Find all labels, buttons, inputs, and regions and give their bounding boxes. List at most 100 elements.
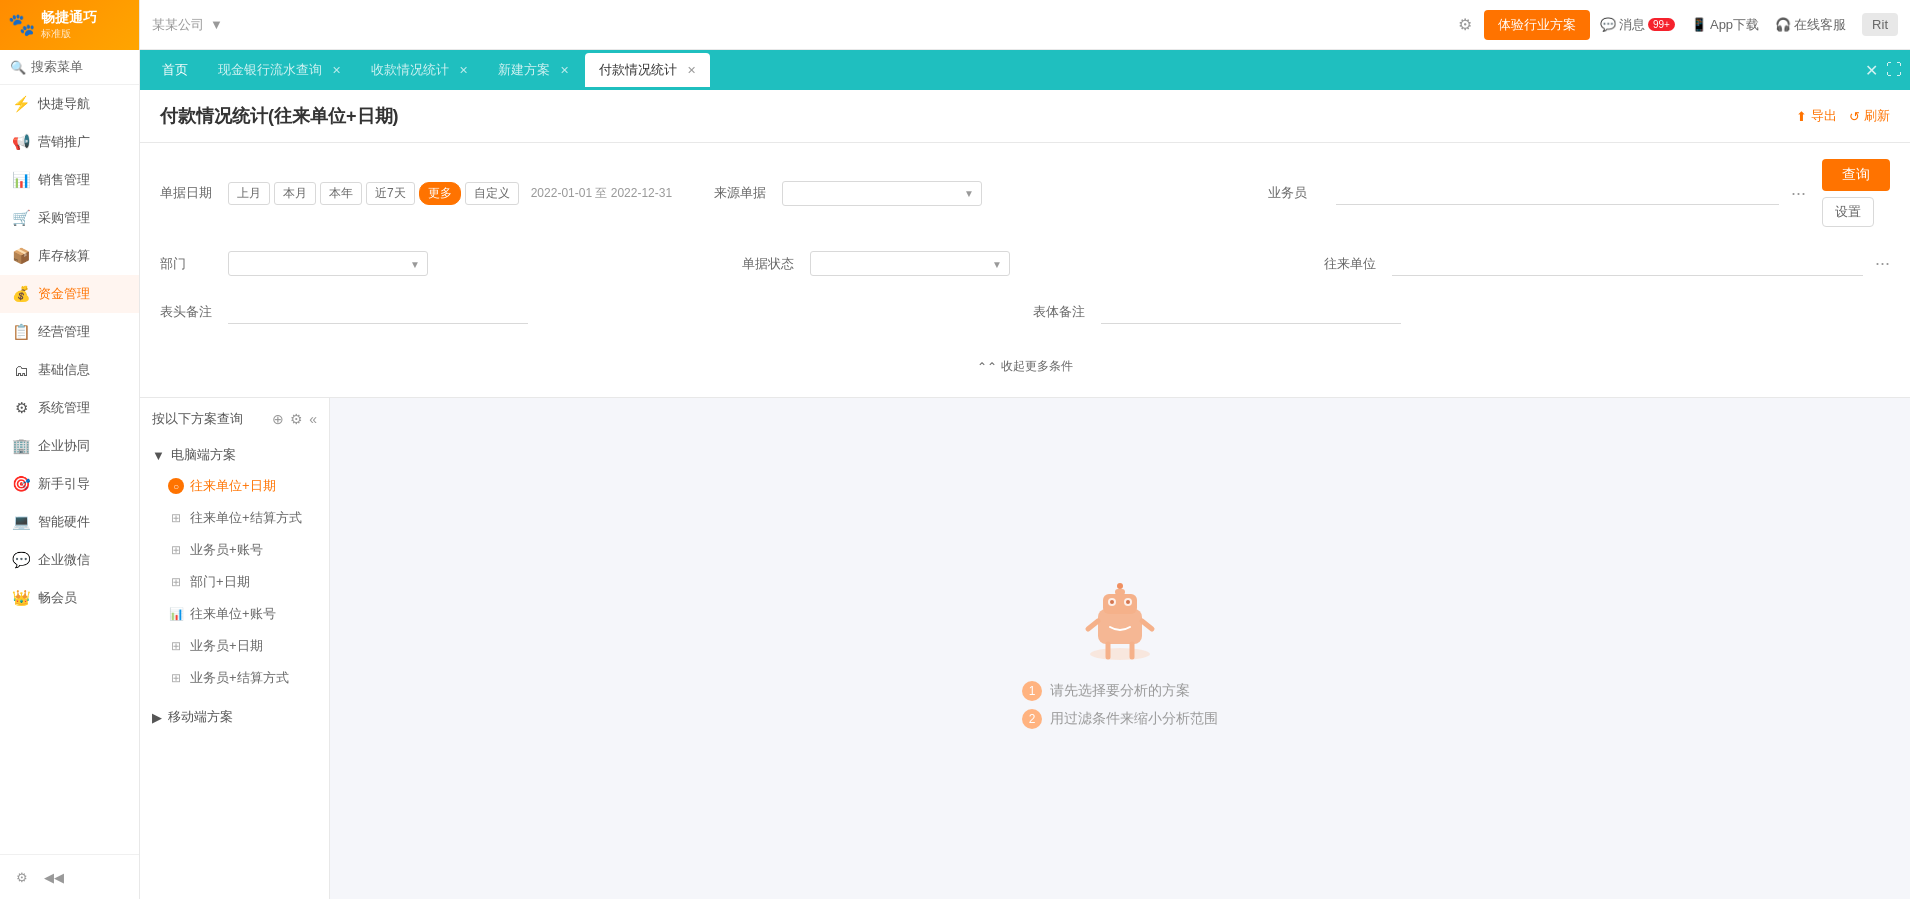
guide-icon: 🎯 bbox=[12, 475, 30, 493]
scheme-item-salesman-account[interactable]: ⊞ 业务员+账号 bbox=[140, 534, 329, 566]
user-avatar[interactable]: Rit bbox=[1862, 13, 1898, 36]
tab-new-scheme-close[interactable]: ✕ bbox=[560, 64, 569, 77]
search-menu[interactable]: 🔍 搜索菜单 bbox=[0, 50, 139, 85]
sidebar-item-guide[interactable]: 🎯 新手引导 bbox=[0, 465, 139, 503]
tab-maximize-icon[interactable]: ⛶ bbox=[1886, 61, 1902, 79]
export-button[interactable]: ⬆ 导出 bbox=[1796, 107, 1837, 125]
sidebar-item-label: 库存核算 bbox=[38, 247, 90, 265]
scheme-group-mobile-title[interactable]: ▶ 移动端方案 bbox=[140, 702, 329, 732]
date-btn-more[interactable]: 更多 bbox=[419, 182, 461, 205]
scheme-collapse-icon[interactable]: « bbox=[309, 411, 317, 427]
sidebar-item-label: 采购管理 bbox=[38, 209, 90, 227]
member-icon: 👑 bbox=[12, 589, 30, 607]
scheme-item-label: 业务员+账号 bbox=[190, 541, 263, 559]
tab-receipt-stats[interactable]: 收款情况统计 ✕ bbox=[357, 53, 482, 87]
dept-select[interactable] bbox=[228, 251, 428, 276]
body-area: 按以下方案查询 ⊕ ⚙ « ▼ 电脑端方案 ○ 往来单位+日期 bbox=[140, 398, 1910, 899]
source-select[interactable] bbox=[782, 181, 982, 206]
chevron-down-icon[interactable]: ▼ bbox=[210, 17, 223, 32]
sidebar-header: 🐾 畅捷通巧 标准版 bbox=[0, 0, 139, 50]
tab-home[interactable]: 首页 bbox=[148, 53, 202, 87]
messages-button[interactable]: 💬 消息 99+ bbox=[1600, 16, 1675, 34]
tab-payment-stats-close[interactable]: ✕ bbox=[687, 64, 696, 77]
tab-bank[interactable]: 现金银行流水查询 ✕ bbox=[204, 53, 355, 87]
query-btn-area: 查询 设置 bbox=[1822, 159, 1890, 227]
app-download-button[interactable]: 📱 App下载 bbox=[1691, 16, 1759, 34]
tab-payment-stats[interactable]: 付款情况统计 ✕ bbox=[585, 53, 710, 87]
sidebar-item-operations[interactable]: 📋 经营管理 bbox=[0, 313, 139, 351]
tab-close-all-icon[interactable]: ✕ bbox=[1865, 61, 1878, 80]
sidebar-item-sales[interactable]: 📊 销售管理 bbox=[0, 161, 139, 199]
app-version: 标准版 bbox=[41, 27, 97, 41]
doc-status-select[interactable] bbox=[810, 251, 1010, 276]
tabbar-actions: ✕ ⛶ bbox=[1865, 61, 1902, 80]
scheme-item-salesman-date[interactable]: ⊞ 业务员+日期 bbox=[140, 630, 329, 662]
sidebar-item-purchase[interactable]: 🛒 采购管理 bbox=[0, 199, 139, 237]
counterparty-more-icon[interactable]: ··· bbox=[1875, 253, 1890, 274]
scheme-panel-header: 按以下方案查询 ⊕ ⚙ « bbox=[140, 410, 329, 436]
salesman-input[interactable] bbox=[1336, 181, 1779, 205]
query-button[interactable]: 查询 bbox=[1822, 159, 1890, 191]
doc-status-select-wrapper bbox=[810, 251, 1010, 276]
trial-button[interactable]: 体验行业方案 bbox=[1484, 10, 1590, 40]
svg-rect-2 bbox=[1103, 594, 1137, 614]
refresh-button[interactable]: ↺ 刷新 bbox=[1849, 107, 1890, 125]
sidebar-item-wechat[interactable]: 💬 企业微信 bbox=[0, 541, 139, 579]
counterparty-input[interactable] bbox=[1392, 252, 1863, 276]
sidebar-item-quick-nav[interactable]: ⚡ 快捷导航 bbox=[0, 85, 139, 123]
online-service-button[interactable]: 🎧 在线客服 bbox=[1775, 16, 1846, 34]
tab-new-scheme[interactable]: 新建方案 ✕ bbox=[484, 53, 583, 87]
date-btn-last-month[interactable]: 上月 bbox=[228, 182, 270, 205]
basic-info-icon: 🗂 bbox=[12, 361, 30, 379]
scheme-settings-icon[interactable]: ⚙ bbox=[290, 411, 303, 427]
sidebar-item-hardware[interactable]: 💻 智能硬件 bbox=[0, 503, 139, 541]
salesman-more-icon[interactable]: ··· bbox=[1791, 183, 1806, 204]
filter-row-1: 单据日期 上月 本月 本年 近7天 更多 自定义 2022-01-01 至 20… bbox=[160, 159, 1890, 227]
tab-receipt-stats-close[interactable]: ✕ bbox=[459, 64, 468, 77]
date-btn-this-year[interactable]: 本年 bbox=[320, 182, 362, 205]
filter-date-group: 单据日期 上月 本月 本年 近7天 更多 自定义 2022-01-01 至 20… bbox=[160, 182, 698, 205]
source-label: 来源单据 bbox=[714, 184, 774, 202]
sidebar-item-marketing[interactable]: 📢 营销推广 bbox=[0, 123, 139, 161]
scheme-item-partner-account[interactable]: 📊 往来单位+账号 bbox=[140, 598, 329, 630]
quick-nav-icon: ⚡ bbox=[12, 95, 30, 113]
settings-small-button[interactable]: 设置 bbox=[1822, 197, 1874, 227]
source-select-wrapper bbox=[782, 181, 982, 206]
home-tab-label: 首页 bbox=[162, 61, 188, 79]
scheme-chart-icon: 📊 bbox=[168, 606, 184, 622]
date-btn-custom[interactable]: 自定义 bbox=[465, 182, 519, 205]
scheme-item-partner-payment[interactable]: ⊞ 往来单位+结算方式 bbox=[140, 502, 329, 534]
note-body-input[interactable] bbox=[1101, 300, 1401, 324]
scheme-group-desktop-title[interactable]: ▼ 电脑端方案 bbox=[140, 440, 329, 470]
sidebar-item-basic-info[interactable]: 🗂 基础信息 bbox=[0, 351, 139, 389]
sidebar-item-system[interactable]: ⚙ 系统管理 bbox=[0, 389, 139, 427]
filter-area: 单据日期 上月 本月 本年 近7天 更多 自定义 2022-01-01 至 20… bbox=[140, 143, 1910, 398]
scheme-item-partner-date[interactable]: ○ 往来单位+日期 bbox=[140, 470, 329, 502]
scheme-group-mobile: ▶ 移动端方案 bbox=[140, 698, 329, 736]
svg-point-8 bbox=[1117, 583, 1123, 589]
topbar-settings-icon[interactable]: ⚙ bbox=[1458, 15, 1472, 34]
search-icon: 🔍 bbox=[10, 60, 26, 75]
message-icon: 💬 bbox=[1600, 17, 1616, 32]
scheme-active-icon: ○ bbox=[168, 478, 184, 494]
date-btn-7days[interactable]: 近7天 bbox=[366, 182, 415, 205]
sidebar-item-member[interactable]: 👑 畅会员 bbox=[0, 579, 139, 617]
sidebar-collapse-button[interactable]: ◀◀ bbox=[42, 865, 66, 889]
collapse-bar[interactable]: ⌃⌃ 收起更多条件 bbox=[160, 352, 1890, 381]
scheme-item-salesman-payment[interactable]: ⊞ 业务员+结算方式 bbox=[140, 662, 329, 694]
date-btn-this-month[interactable]: 本月 bbox=[274, 182, 316, 205]
footer-settings-button[interactable]: ⚙ bbox=[10, 865, 34, 889]
page-header-actions: ⬆ 导出 ↺ 刷新 bbox=[1796, 107, 1890, 125]
filter-counterparty-group: 往来单位 ··· bbox=[1324, 252, 1890, 276]
sidebar-item-enterprise[interactable]: 🏢 企业协同 bbox=[0, 427, 139, 465]
sidebar-item-label: 经营管理 bbox=[38, 323, 90, 341]
breadcrumb-text: 某某公司 bbox=[152, 16, 204, 34]
tab-bank-close[interactable]: ✕ bbox=[332, 64, 341, 77]
note-header-input[interactable] bbox=[228, 300, 528, 324]
sidebar-item-inventory[interactable]: 📦 库存核算 bbox=[0, 237, 139, 275]
scheme-item-dept-date[interactable]: ⊞ 部门+日期 bbox=[140, 566, 329, 598]
scheme-add-icon[interactable]: ⊕ bbox=[272, 411, 284, 427]
sidebar-item-label: 企业协同 bbox=[38, 437, 90, 455]
svg-point-0 bbox=[1090, 648, 1150, 660]
sidebar-item-fund[interactable]: 💰 资金管理 bbox=[0, 275, 139, 313]
